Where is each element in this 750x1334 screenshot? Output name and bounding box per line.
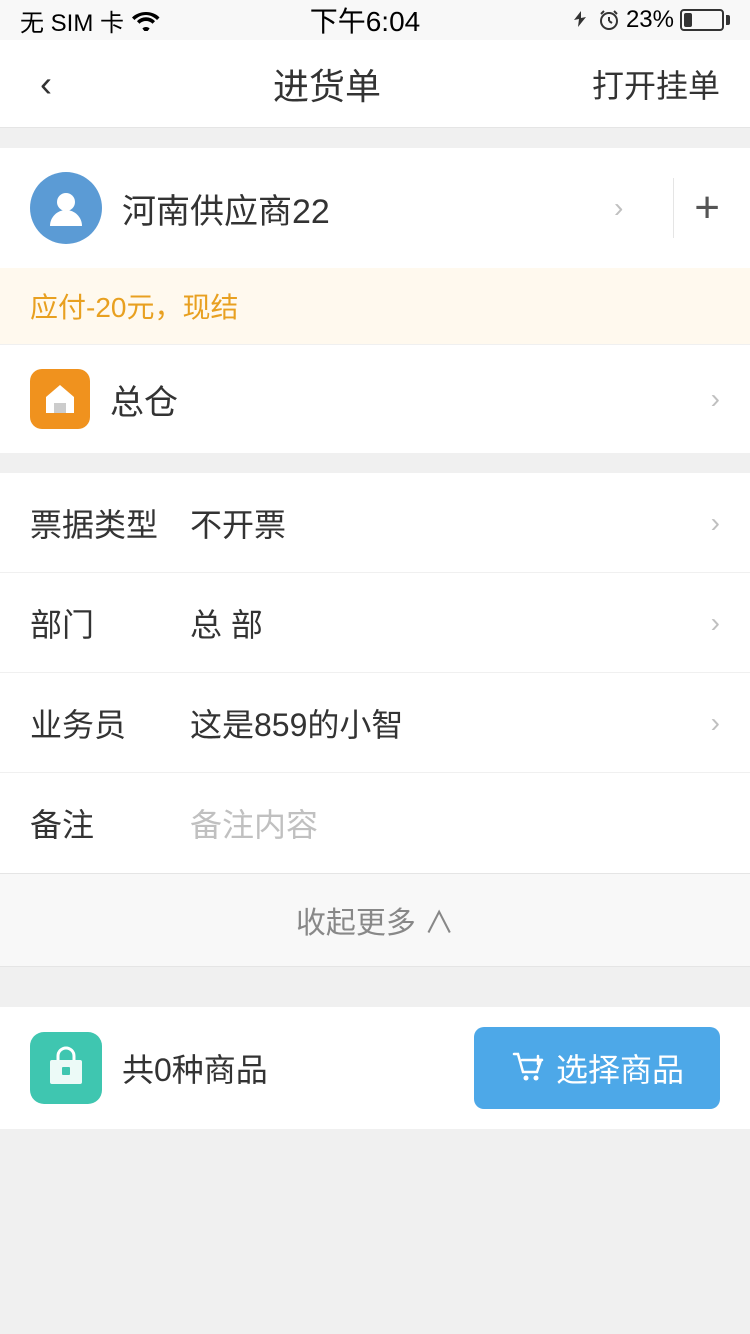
department-chevron-icon: › (711, 607, 720, 639)
page: 无 SIM 卡 下午6:04 23% (0, 0, 750, 1334)
status-carrier: 无 SIM 卡 (20, 3, 160, 38)
open-pending-button[interactable]: 打开挂单 (592, 61, 720, 107)
battery-icon (680, 9, 730, 31)
add-supplier-button[interactable]: + (694, 186, 720, 230)
product-bar: 共0种商品 选择商品 (0, 1007, 750, 1129)
salesperson-label: 业务员 (30, 700, 170, 746)
remark-label: 备注 (30, 800, 170, 846)
warehouse-chevron-icon: › (711, 383, 720, 415)
nav-bar: ‹ 进货单 打开挂单 (0, 40, 750, 128)
department-label: 部门 (30, 600, 170, 646)
product-count: 共0种商品 (122, 1045, 454, 1091)
status-time: 下午6:04 (310, 0, 421, 40)
warehouse-name: 总仓 (110, 375, 711, 424)
carrier-text: 无 SIM 卡 (20, 3, 124, 38)
supplier-section: 河南供应商22 › + 应付-20元，现结 总仓 › (0, 148, 750, 453)
salesperson-value: 这是859的小智 (170, 700, 711, 746)
form-section: 票据类型 不开票 › 部门 总 部 › 业务员 这是859的小智 › 备注 备注… (0, 473, 750, 873)
invoice-type-chevron-icon: › (711, 507, 720, 539)
warehouse-icon (30, 369, 90, 429)
top-divider (0, 128, 750, 148)
collapse-label: 收起更多 ∧ (296, 898, 454, 942)
invoice-type-row[interactable]: 票据类型 不开票 › (0, 473, 750, 573)
page-title: 进货单 (273, 58, 381, 110)
vertical-divider (673, 178, 674, 238)
select-product-button[interactable]: 选择商品 (474, 1027, 720, 1109)
cart-icon (510, 1050, 546, 1086)
back-button[interactable]: ‹ (30, 53, 62, 115)
supplier-row[interactable]: 河南供应商22 › + (0, 148, 750, 268)
status-right: 23% (570, 6, 730, 34)
notice-bar: 应付-20元，现结 (0, 268, 750, 344)
invoice-type-value: 不开票 (170, 500, 711, 546)
invoice-type-label: 票据类型 (30, 500, 170, 546)
collapse-row[interactable]: 收起更多 ∧ (0, 873, 750, 967)
select-product-label: 选择商品 (556, 1045, 684, 1091)
department-value: 总 部 (170, 600, 711, 646)
wifi-icon (132, 9, 160, 31)
supplier-avatar (30, 172, 102, 244)
notice-text: 应付-20元，现结 (30, 292, 238, 323)
location-icon (570, 9, 592, 31)
battery-percent: 23% (626, 6, 674, 34)
salesperson-chevron-icon: › (711, 707, 720, 739)
supplier-chevron-icon: › (614, 192, 623, 224)
mid-divider (0, 967, 750, 987)
alarm-icon (598, 9, 620, 31)
salesperson-row[interactable]: 业务员 这是859的小智 › (0, 673, 750, 773)
status-bar: 无 SIM 卡 下午6:04 23% (0, 0, 750, 40)
remark-row[interactable]: 备注 备注内容 (0, 773, 750, 873)
remark-input[interactable]: 备注内容 (170, 800, 720, 846)
supplier-name: 河南供应商22 (122, 184, 614, 233)
product-icon (30, 1032, 102, 1104)
department-row[interactable]: 部门 总 部 › (0, 573, 750, 673)
warehouse-row[interactable]: 总仓 › (0, 344, 750, 453)
